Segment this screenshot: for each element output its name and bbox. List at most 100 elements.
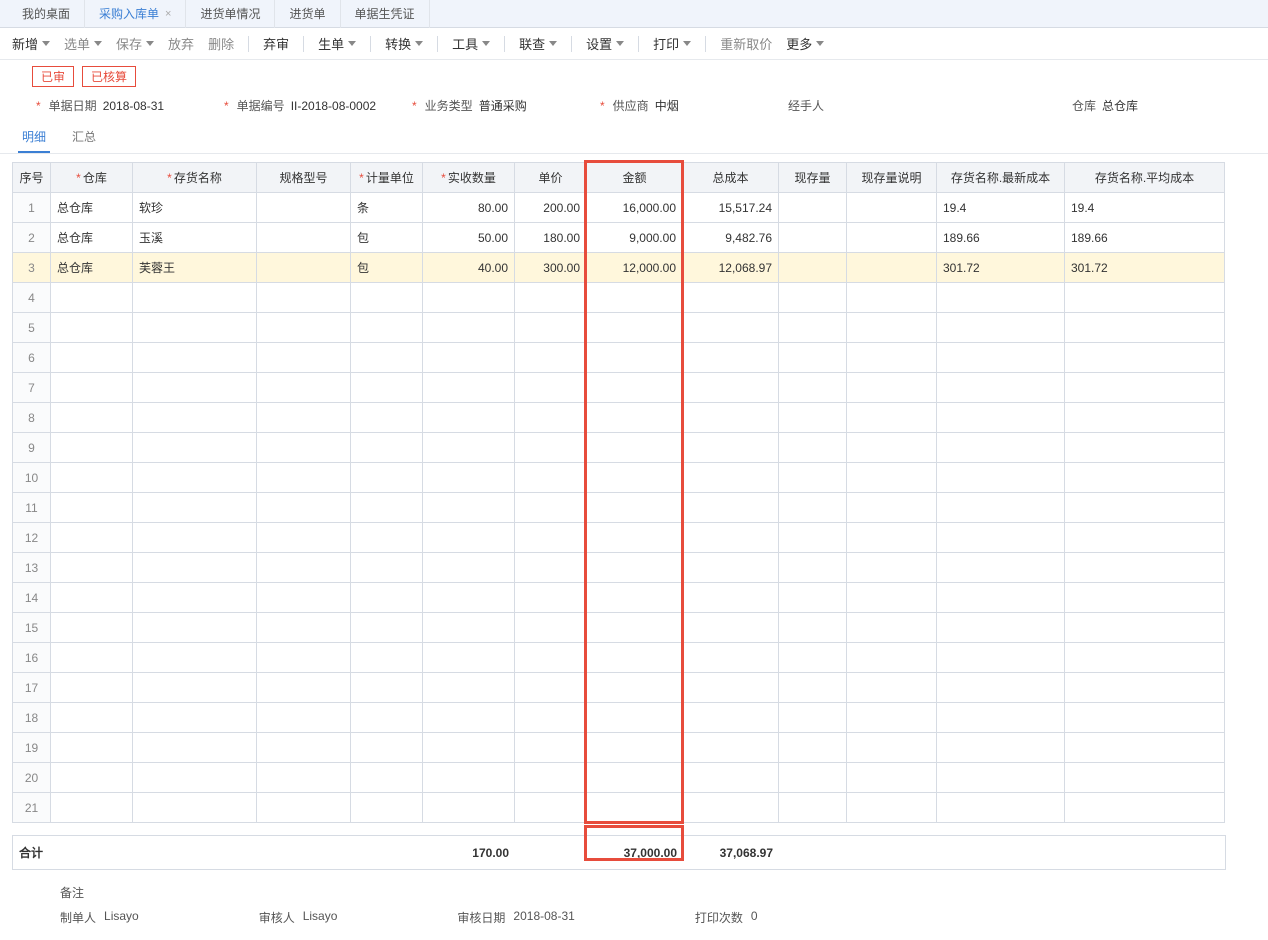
cell-empty[interactable]	[351, 733, 423, 763]
cell-empty[interactable]	[351, 703, 423, 733]
cell-qty[interactable]: 50.00	[423, 223, 515, 253]
cell-empty[interactable]	[587, 733, 683, 763]
cell-seq[interactable]: 2	[13, 223, 51, 253]
cell-empty[interactable]	[937, 433, 1065, 463]
cell-empty[interactable]	[779, 733, 847, 763]
cell-empty[interactable]	[587, 553, 683, 583]
col-header-latest_cost[interactable]: 存货名称.最新成本	[937, 163, 1065, 193]
cell-empty[interactable]	[683, 673, 779, 703]
cell-empty[interactable]	[683, 643, 779, 673]
cell-empty[interactable]	[515, 553, 587, 583]
cell-empty[interactable]	[847, 523, 937, 553]
cell-empty[interactable]	[257, 463, 351, 493]
cell-empty[interactable]	[1065, 643, 1225, 673]
cell-empty[interactable]	[515, 433, 587, 463]
cell-empty[interactable]	[257, 523, 351, 553]
cell-empty[interactable]	[51, 343, 133, 373]
col-header-item[interactable]: *存货名称	[133, 163, 257, 193]
cell-latest_cost[interactable]: 189.66	[937, 223, 1065, 253]
cell-empty[interactable]	[51, 703, 133, 733]
cell-empty[interactable]	[515, 583, 587, 613]
cell-empty[interactable]	[51, 283, 133, 313]
delete-button[interactable]: 删除	[208, 34, 234, 53]
tab-0[interactable]: 我的桌面	[8, 0, 85, 28]
col-header-qty[interactable]: *实收数量	[423, 163, 515, 193]
cell-empty[interactable]	[937, 463, 1065, 493]
cell-empty[interactable]	[1065, 523, 1225, 553]
cell-empty[interactable]	[683, 313, 779, 343]
cell-empty[interactable]	[587, 313, 683, 343]
cell-empty[interactable]	[133, 373, 257, 403]
cell-empty[interactable]	[779, 373, 847, 403]
cell-empty[interactable]	[257, 613, 351, 643]
cell-empty[interactable]: 9	[13, 433, 51, 463]
col-header-spec[interactable]: 规格型号	[257, 163, 351, 193]
cell-empty[interactable]	[937, 673, 1065, 703]
cell-empty[interactable]	[937, 583, 1065, 613]
cell-spec[interactable]	[257, 253, 351, 283]
cell-empty[interactable]	[351, 583, 423, 613]
cell-price[interactable]: 300.00	[515, 253, 587, 283]
cell-empty[interactable]	[515, 793, 587, 823]
cell-empty[interactable]	[937, 553, 1065, 583]
cell-empty[interactable]	[847, 703, 937, 733]
cell-empty[interactable]	[683, 403, 779, 433]
cell-item[interactable]: 软珍	[133, 193, 257, 223]
cell-empty[interactable]: 10	[13, 463, 51, 493]
cell-empty[interactable]	[1065, 613, 1225, 643]
cell-empty[interactable]	[1065, 733, 1225, 763]
cell-empty[interactable]	[1065, 343, 1225, 373]
cell-empty[interactable]	[133, 673, 257, 703]
cell-empty[interactable]	[587, 613, 683, 643]
data-grid[interactable]: 序号*仓库*存货名称规格型号*计量单位*实收数量单价金额总成本现存量现存量说明存…	[12, 162, 1225, 823]
cell-empty[interactable]	[351, 523, 423, 553]
cell-empty[interactable]	[257, 793, 351, 823]
cell-empty[interactable]	[1065, 403, 1225, 433]
cell-empty[interactable]: 11	[13, 493, 51, 523]
cell-empty[interactable]	[515, 463, 587, 493]
cell-empty[interactable]	[937, 373, 1065, 403]
cell-empty[interactable]: 4	[13, 283, 51, 313]
cell-empty[interactable]	[133, 463, 257, 493]
cell-empty[interactable]	[257, 673, 351, 703]
cell-empty[interactable]	[683, 763, 779, 793]
cell-empty[interactable]	[587, 793, 683, 823]
cell-empty[interactable]	[51, 763, 133, 793]
cell-empty[interactable]: 16	[13, 643, 51, 673]
cell-empty[interactable]	[257, 313, 351, 343]
cell-empty[interactable]	[351, 673, 423, 703]
cell-empty[interactable]	[587, 673, 683, 703]
cell-empty[interactable]	[133, 793, 257, 823]
cell-empty[interactable]: 8	[13, 403, 51, 433]
cell-empty[interactable]	[683, 703, 779, 733]
cell-empty[interactable]	[779, 283, 847, 313]
cell-empty[interactable]	[423, 553, 515, 583]
col-header-on_hand_note[interactable]: 现存量说明	[847, 163, 937, 193]
cell-empty[interactable]	[937, 523, 1065, 553]
cell-empty[interactable]	[779, 613, 847, 643]
cell-spec[interactable]	[257, 223, 351, 253]
cell-empty[interactable]: 17	[13, 673, 51, 703]
cell-empty[interactable]	[133, 613, 257, 643]
cell-empty[interactable]	[257, 583, 351, 613]
cell-empty[interactable]	[423, 403, 515, 433]
cell-empty[interactable]	[257, 343, 351, 373]
cell-empty[interactable]	[847, 283, 937, 313]
cell-empty[interactable]	[587, 703, 683, 733]
cell-empty[interactable]	[1065, 763, 1225, 793]
cell-empty[interactable]	[51, 613, 133, 643]
cell-empty[interactable]	[133, 733, 257, 763]
cell-empty[interactable]	[587, 583, 683, 613]
cell-empty[interactable]	[423, 493, 515, 523]
cell-empty[interactable]: 21	[13, 793, 51, 823]
cell-empty[interactable]	[515, 523, 587, 553]
cell-qty[interactable]: 40.00	[423, 253, 515, 283]
cell-empty[interactable]: 5	[13, 313, 51, 343]
cell-latest_cost[interactable]: 19.4	[937, 193, 1065, 223]
select-button[interactable]: 选单	[64, 34, 102, 53]
cell-empty[interactable]: 18	[13, 703, 51, 733]
cell-empty[interactable]	[937, 403, 1065, 433]
close-icon[interactable]: ×	[165, 8, 171, 20]
cell-empty[interactable]	[1065, 373, 1225, 403]
cell-empty[interactable]	[423, 313, 515, 343]
